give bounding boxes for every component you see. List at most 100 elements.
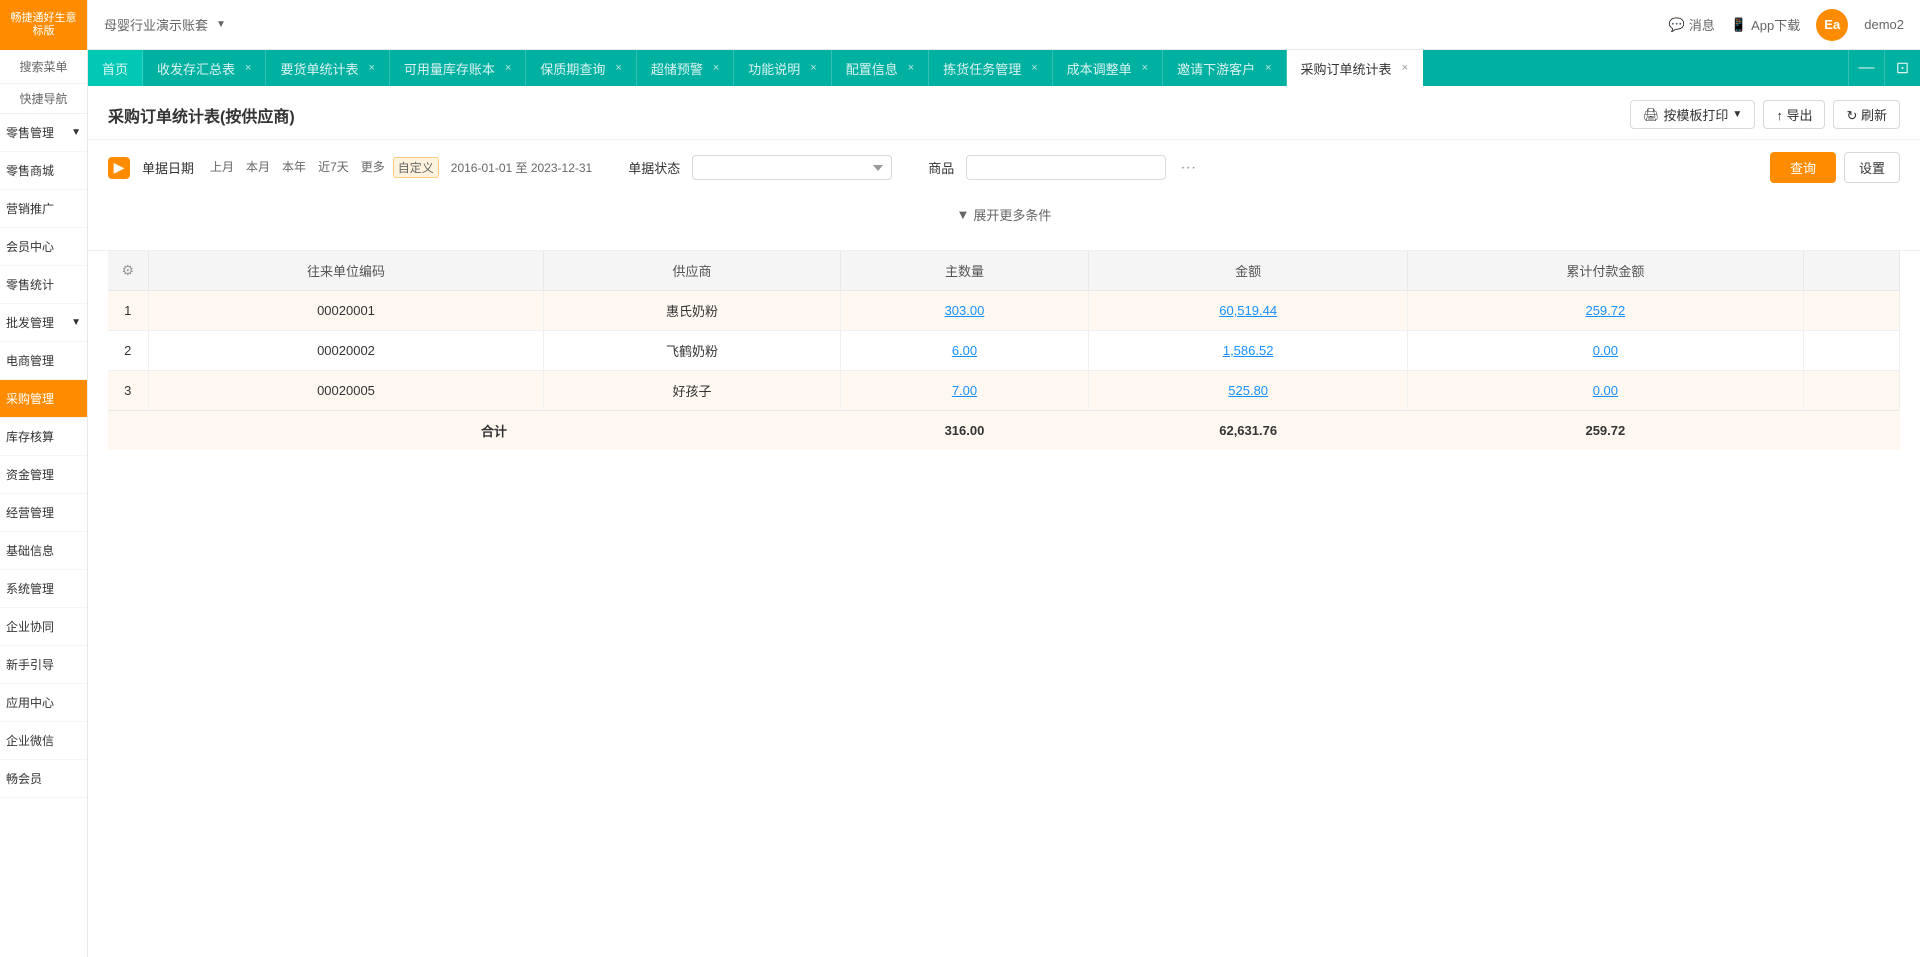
tab-close-icon[interactable]: × xyxy=(505,62,511,74)
goods-filter-label: 商品 xyxy=(928,158,954,177)
tab-yaoqing[interactable]: 邀请下游客户 × xyxy=(1163,50,1286,86)
date-shortcuts: 上月 本月 本年 近7天 更多 自定义 xyxy=(206,157,439,178)
table-row: 3 00020005 好孩子 7.00 525.80 0.00 xyxy=(108,371,1900,411)
sidebar-item-retail[interactable]: 零售管理 ▼ xyxy=(0,114,87,152)
date-shortcut-thismonth[interactable]: 本月 xyxy=(242,157,274,178)
tab-close-icon-active[interactable]: × xyxy=(1402,62,1408,74)
tab-close-icon[interactable]: × xyxy=(615,62,621,74)
row-paid-3[interactable]: 0.00 xyxy=(1407,371,1803,411)
sidebar-item-basic[interactable]: 基础信息 xyxy=(0,532,87,570)
row-paid-2[interactable]: 0.00 xyxy=(1407,331,1803,371)
tab-close-icon[interactable]: × xyxy=(908,62,914,74)
sidebar-item-retail-stat[interactable]: 零售统计 xyxy=(0,266,87,304)
sidebar-item-member[interactable]: 会员中心 xyxy=(0,228,87,266)
expand-more-button[interactable]: ▼ 展开更多条件 xyxy=(945,199,1064,230)
status-select[interactable] xyxy=(692,155,892,180)
filter-toggle-button[interactable]: ▶ xyxy=(108,157,130,179)
row-qty-1[interactable]: 303.00 xyxy=(840,291,1089,331)
sidebar-item-appcenter[interactable]: 应用中心 xyxy=(0,684,87,722)
row-supplier-2: 飞鹤奶粉 xyxy=(544,331,840,371)
sidebar-item-vip[interactable]: 畅会员 xyxy=(0,760,87,798)
row-amount-2[interactable]: 1,586.52 xyxy=(1089,331,1407,371)
tab-keyongliang[interactable]: 可用量库存账本 × xyxy=(390,50,526,86)
export-button[interactable]: ↑ 导出 xyxy=(1763,100,1825,129)
chevron-down-icon: ▼ xyxy=(71,127,81,138)
chevron-down-icon-print: ▼ xyxy=(1732,109,1742,120)
query-button[interactable]: 查询 xyxy=(1770,152,1836,183)
template-print-button[interactable]: 🖨 按模板打印 ▼ xyxy=(1630,100,1755,129)
sidebar-item-wechat[interactable]: 企业微信 xyxy=(0,722,87,760)
date-custom-tag[interactable]: 自定义 xyxy=(393,157,439,178)
date-shortcut-thisyear[interactable]: 本年 xyxy=(278,157,310,178)
date-shortcut-more[interactable]: 更多 xyxy=(357,157,389,178)
sidebar-item-collab[interactable]: 企业协同 xyxy=(0,608,87,646)
col-amount: 金额 xyxy=(1089,251,1407,291)
tab-chengben[interactable]: 成本调整单 × xyxy=(1053,50,1163,86)
app-name: 畅捷通好生意 xyxy=(11,12,77,25)
row-paid-1[interactable]: 259.72 xyxy=(1407,291,1803,331)
row-amount-3[interactable]: 525.80 xyxy=(1089,371,1407,411)
col-extra xyxy=(1803,251,1899,291)
tab-jianhuo[interactable]: 拣货任务管理 × xyxy=(929,50,1052,86)
tab-shoufacun[interactable]: 收发存汇总表 × xyxy=(143,50,266,86)
row-supplier-3: 好孩子 xyxy=(544,371,840,411)
table-container: ⚙ 往来单位编码 供应商 主数量 金额 累计付款金额 1 xyxy=(88,251,1920,470)
export-icon: ↑ xyxy=(1776,108,1783,123)
main-area: 母婴行业演示账套 ▼ 💬 消息 📱 App下载 Ea demo2 首页 收发存汇… xyxy=(88,0,1920,957)
chevron-down-icon-2: ▼ xyxy=(71,317,81,328)
goods-more-icon[interactable]: ··· xyxy=(1180,159,1196,177)
message-button[interactable]: 💬 消息 xyxy=(1669,15,1715,34)
sidebar-item-system[interactable]: 系统管理 xyxy=(0,570,87,608)
sidebar-item-ecommerce[interactable]: 电商管理 xyxy=(0,342,87,380)
row-amount-1[interactable]: 60,519.44 xyxy=(1089,291,1407,331)
row-seq-3: 3 xyxy=(108,371,148,411)
settings-button[interactable]: 设置 xyxy=(1844,152,1900,183)
date-shortcut-lastmonth[interactable]: 上月 xyxy=(206,157,238,178)
goods-input[interactable] xyxy=(966,155,1166,180)
page-container: 采购订单统计表(按供应商) 🖨 按模板打印 ▼ ↑ 导出 ↻ 刷新 xyxy=(88,86,1920,957)
tab-close-icon[interactable]: × xyxy=(1031,62,1037,74)
tab-caigou[interactable]: 采购订单统计表 × xyxy=(1287,50,1423,86)
sidebar-item-wholesale[interactable]: 批发管理 ▼ xyxy=(0,304,87,342)
sidebar-item-marketing[interactable]: 营销推广 xyxy=(0,190,87,228)
table-header-row: ⚙ 往来单位编码 供应商 主数量 金额 累计付款金额 xyxy=(108,251,1900,291)
sidebar-item-operation[interactable]: 经营管理 xyxy=(0,494,87,532)
sidebar-item-search[interactable]: 搜索菜单 xyxy=(0,50,87,84)
sidebar-item-guide[interactable]: 新手引导 xyxy=(0,646,87,684)
expand-more-row: ▼ 展开更多条件 xyxy=(108,191,1900,238)
tab-baozhi[interactable]: 保质期查询 × xyxy=(526,50,636,86)
tab-chaochuyujing[interactable]: 超储预警 × xyxy=(637,50,734,86)
tab-gongneng[interactable]: 功能说明 × xyxy=(734,50,831,86)
row-qty-2[interactable]: 6.00 xyxy=(840,331,1089,371)
row-seq-2: 2 xyxy=(108,331,148,371)
row-qty-3[interactable]: 7.00 xyxy=(840,371,1089,411)
tab-yaohuo[interactable]: 要货单统计表 × xyxy=(266,50,389,86)
sidebar-item-inventory[interactable]: 库存核算 xyxy=(0,418,87,456)
footer-empty xyxy=(108,411,148,451)
tab-close-icon[interactable]: × xyxy=(368,62,374,74)
col-settings[interactable]: ⚙ xyxy=(108,251,148,291)
page-title: 采购订单统计表(按供应商) xyxy=(108,103,295,127)
tab-peizhi[interactable]: 配置信息 × xyxy=(832,50,929,86)
row-code-1: 00020001 xyxy=(148,291,544,331)
date-shortcut-7days[interactable]: 近7天 xyxy=(314,157,353,178)
tab-close-icon[interactable]: × xyxy=(1265,62,1271,74)
avatar[interactable]: Ea xyxy=(1816,9,1848,41)
sidebar-item-purchase[interactable]: 采购管理 xyxy=(0,380,87,418)
tab-maximize-button[interactable]: ⊡ xyxy=(1884,50,1920,86)
workspace-selector[interactable]: 母婴行业演示账套 ▼ xyxy=(104,15,226,34)
page-header: 采购订单统计表(按供应商) 🖨 按模板打印 ▼ ↑ 导出 ↻ 刷新 xyxy=(88,86,1920,140)
sidebar-item-quicknav[interactable]: 快捷导航 xyxy=(0,84,87,114)
tab-home[interactable]: 首页 xyxy=(88,50,143,86)
tab-close-icon[interactable]: × xyxy=(713,62,719,74)
tab-minimize-button[interactable]: — xyxy=(1848,50,1884,86)
sidebar-item-store[interactable]: 零售商城 xyxy=(0,152,87,190)
tab-close-icon[interactable]: × xyxy=(1142,62,1148,74)
chevron-down-icon-workspace: ▼ xyxy=(216,19,226,30)
app-download-button[interactable]: 📱 App下载 xyxy=(1731,15,1800,34)
tab-close-icon[interactable]: × xyxy=(810,62,816,74)
col-supplier: 供应商 xyxy=(544,251,840,291)
sidebar-item-finance[interactable]: 资金管理 xyxy=(0,456,87,494)
refresh-button[interactable]: ↻ 刷新 xyxy=(1833,100,1900,129)
tab-close-icon[interactable]: × xyxy=(245,62,251,74)
